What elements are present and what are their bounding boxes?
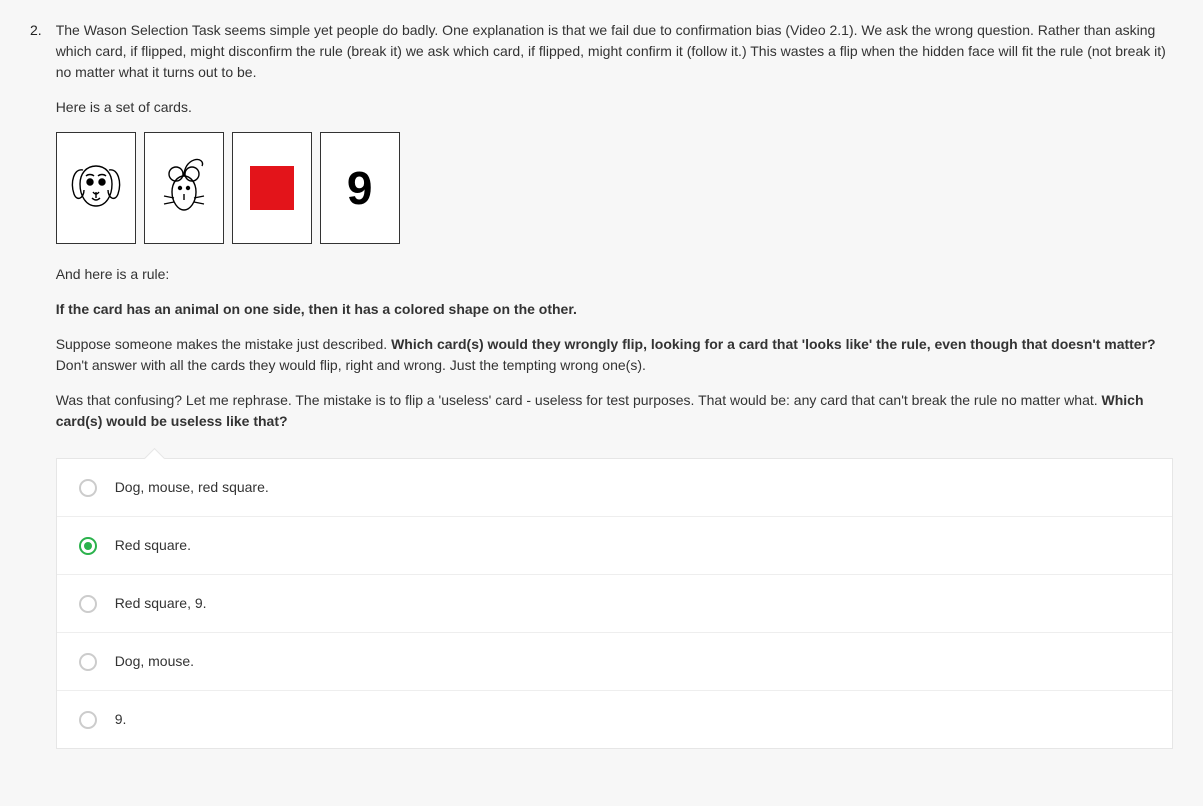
card-row: 9 bbox=[56, 132, 1173, 244]
option-label: 9. bbox=[115, 709, 127, 730]
rule-text: If the card has an animal on one side, t… bbox=[56, 299, 1173, 320]
card-mouse bbox=[144, 132, 224, 244]
paragraph-rephrase: Was that confusing? Let me rephrase. The… bbox=[56, 390, 1173, 432]
radio-icon bbox=[79, 595, 97, 613]
radio-icon bbox=[79, 653, 97, 671]
option-label: Red square. bbox=[115, 535, 191, 556]
red-square-icon bbox=[250, 166, 294, 210]
question-body: The Wason Selection Task seems simple ye… bbox=[56, 20, 1173, 749]
paragraph-rule-intro: And here is a rule: bbox=[56, 264, 1173, 285]
option-label: Dog, mouse. bbox=[115, 651, 194, 672]
option-2[interactable]: Red square, 9. bbox=[57, 575, 1172, 633]
option-0[interactable]: Dog, mouse, red square. bbox=[57, 459, 1172, 517]
option-4[interactable]: 9. bbox=[57, 691, 1172, 748]
question-number: 2. bbox=[30, 20, 42, 41]
radio-icon bbox=[79, 711, 97, 729]
radio-icon bbox=[79, 479, 97, 497]
option-label: Red square, 9. bbox=[115, 593, 207, 614]
p4-bold: Which card(s) would they wrongly flip, l… bbox=[391, 336, 1156, 352]
radio-icon bbox=[79, 537, 97, 555]
question-block: 2. The Wason Selection Task seems simple… bbox=[30, 20, 1173, 749]
option-3[interactable]: Dog, mouse. bbox=[57, 633, 1172, 691]
paragraph-intro: The Wason Selection Task seems simple ye… bbox=[56, 20, 1173, 83]
p4-lead: Suppose someone makes the mistake just d… bbox=[56, 336, 391, 352]
card-nine-value: 9 bbox=[347, 154, 373, 223]
paragraph-mistake: Suppose someone makes the mistake just d… bbox=[56, 334, 1173, 376]
mouse-icon bbox=[154, 148, 214, 228]
p5-lead: Was that confusing? Let me rephrase. The… bbox=[56, 392, 1102, 408]
card-nine: 9 bbox=[320, 132, 400, 244]
p4-tail: Don't answer with all the cards they wou… bbox=[56, 357, 646, 373]
paragraph-cards-intro: Here is a set of cards. bbox=[56, 97, 1173, 118]
answer-list: Dog, mouse, red square. Red square. Red … bbox=[56, 458, 1173, 749]
option-1[interactable]: Red square. bbox=[57, 517, 1172, 575]
dog-icon bbox=[66, 148, 126, 228]
option-label: Dog, mouse, red square. bbox=[115, 477, 269, 498]
card-dog bbox=[56, 132, 136, 244]
card-red-square bbox=[232, 132, 312, 244]
